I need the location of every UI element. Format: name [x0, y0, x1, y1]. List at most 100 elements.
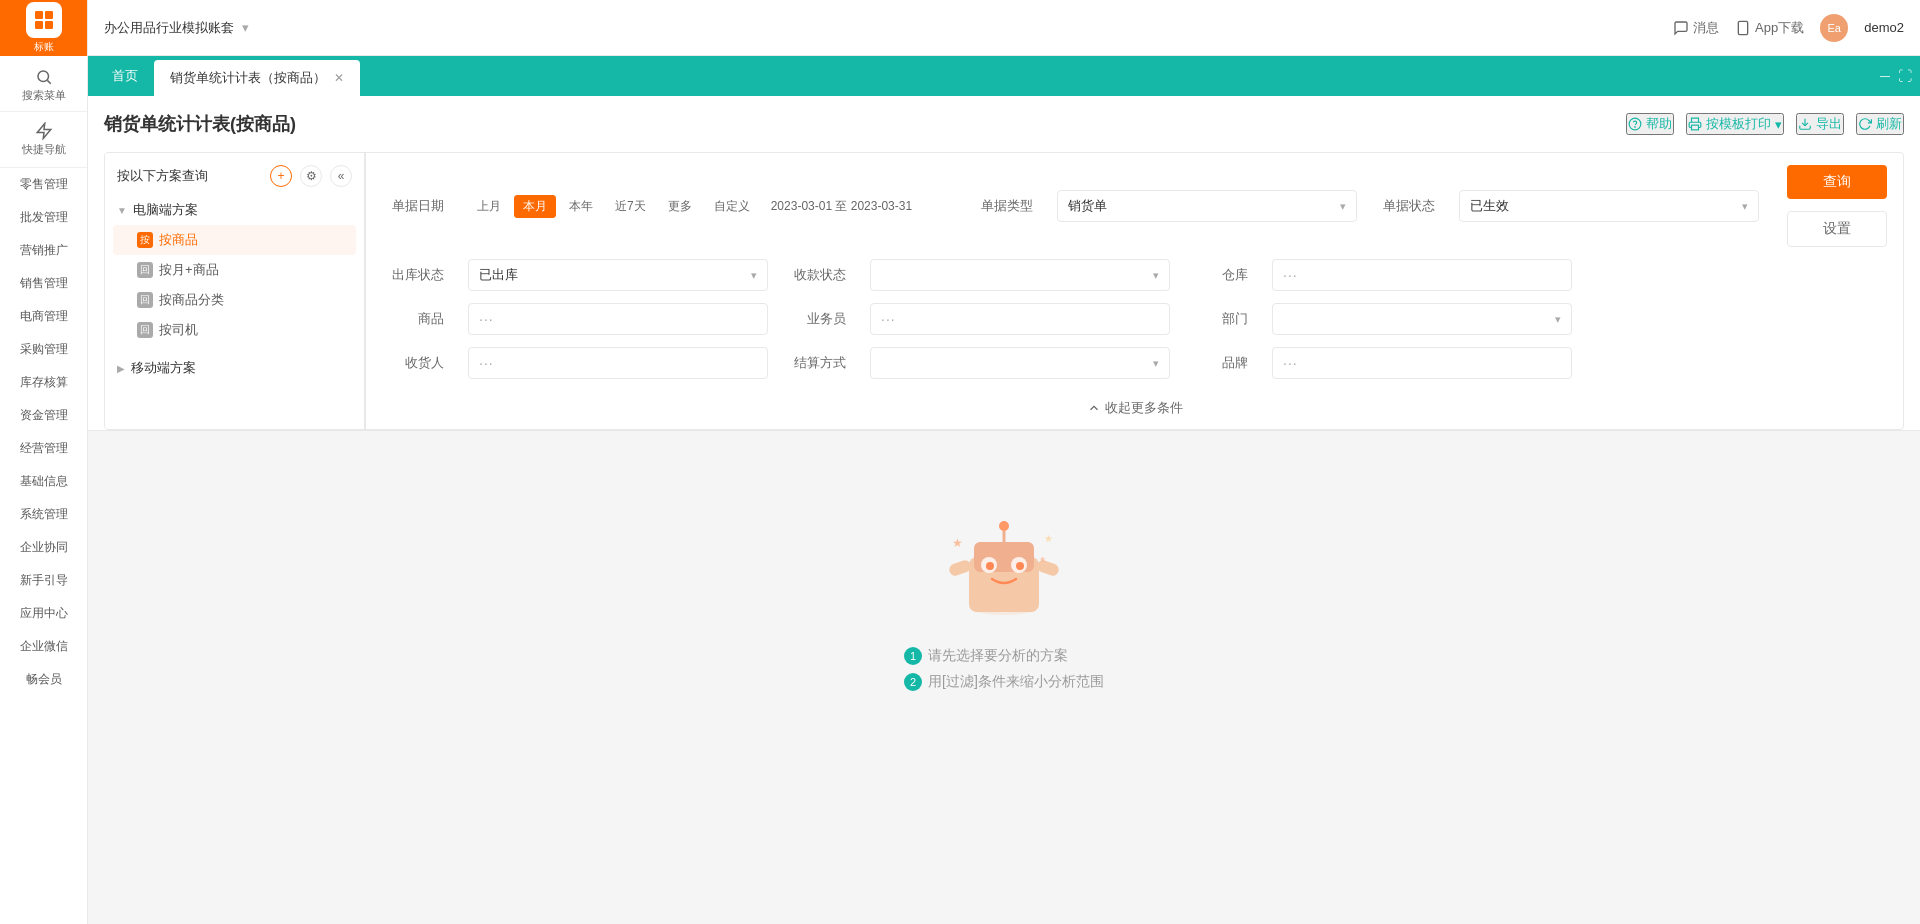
sidebar-item-wechat[interactable]: 企业微信	[0, 630, 87, 663]
mobile-scheme-group: ▶ 移动端方案	[105, 353, 364, 383]
sidebar-item-base[interactable]: 基础信息	[0, 465, 87, 498]
quick-nav-button[interactable]: 快捷导航	[0, 116, 87, 163]
goods-select[interactable]: ···	[468, 303, 768, 335]
scheme-item-month-goods[interactable]: 回 按月+商品	[113, 255, 356, 285]
scheme-item-by-goods[interactable]: 按 按商品	[113, 225, 356, 255]
quick-nav-section: 快捷导航	[0, 112, 87, 168]
doc-status-value: 已生效	[1470, 197, 1509, 215]
add-scheme-button[interactable]: +	[270, 165, 292, 187]
message-label: 消息	[1693, 19, 1719, 37]
sidebar-item-wholesale[interactable]: 批发管理	[0, 201, 87, 234]
refresh-button[interactable]: 刷新	[1856, 113, 1904, 135]
scheme-item-label-goods: 按商品	[159, 231, 198, 249]
filter-sidebar-title: 按以下方案查询	[117, 167, 208, 185]
sidebar-item-sales-label: 销售管理	[20, 275, 68, 292]
date-range-text: 2023-03-01 至 2023-03-31	[771, 198, 912, 215]
salesperson-dots: ···	[881, 311, 896, 327]
doc-status-arrow: ▾	[1742, 200, 1748, 213]
goods-dots: ···	[479, 311, 494, 327]
warehouse-select[interactable]: 已出库 ▾	[468, 259, 768, 291]
tabbar: 首页 销货单统计计表（按商品） ✕ ─ ⛶	[88, 56, 1920, 96]
payment-label: 结算方式	[784, 354, 854, 372]
tab-close-icon[interactable]: ✕	[334, 71, 344, 85]
date-tab-custom[interactable]: 自定义	[705, 195, 759, 218]
collect-select[interactable]: ▾	[870, 259, 1170, 291]
empty-hint-1: 1 请先选择要分析的方案	[904, 647, 1104, 665]
doc-type-value: 销货单	[1068, 197, 1107, 215]
tab-minimize-button[interactable]: ─	[1880, 68, 1890, 84]
tab-active[interactable]: 销货单统计计表（按商品） ✕	[154, 60, 360, 96]
main-content: 办公用品行业模拟账套 ▾ 消息 App下载 Ea demo2 首页 销货单统计计…	[88, 0, 1920, 924]
filter-sidebar-header: 按以下方案查询 + ⚙ «	[105, 165, 364, 195]
query-btn-group: 查询 设置	[1787, 165, 1887, 247]
salesperson-select[interactable]: ···	[870, 303, 1170, 335]
sidebar-item-appcenter[interactable]: 应用中心	[0, 597, 87, 630]
query-button[interactable]: 查询	[1787, 165, 1887, 199]
sidebar-item-marketing[interactable]: 营销推广	[0, 234, 87, 267]
svg-rect-11	[1692, 125, 1699, 130]
hint-num-1: 1	[904, 647, 922, 665]
sidebar-item-member[interactable]: 畅会员	[0, 663, 87, 696]
date-tab-thisyear[interactable]: 本年	[560, 195, 602, 218]
svg-line-5	[47, 80, 50, 83]
user-avatar[interactable]: Ea	[1820, 14, 1848, 42]
sidebar-item-sales[interactable]: 销售管理	[0, 267, 87, 300]
bottom-section: ★ ★ ★ 1 请先选择要分析的方案 2 用[过滤]条件来缩小分析范围	[88, 431, 1920, 924]
empty-state: ★ ★ ★ 1 请先选择要分析的方案 2 用[过滤]条件来缩小分析范围	[104, 447, 1904, 759]
sidebar-item-ecom-label: 电商管理	[20, 308, 68, 325]
mobile-scheme-group-header[interactable]: ▶ 移动端方案	[113, 353, 356, 383]
date-tab-more[interactable]: 更多	[659, 195, 701, 218]
sidebar-item-retail[interactable]: 零售管理	[0, 168, 87, 201]
payment-select[interactable]: ▾	[870, 347, 1170, 379]
tab-home[interactable]: 首页	[96, 56, 154, 96]
dept-label: 部门	[1186, 310, 1256, 328]
scheme-collapse-icon[interactable]: «	[330, 165, 352, 187]
settings-button[interactable]: 设置	[1787, 211, 1887, 247]
sidebar-item-ecom[interactable]: 电商管理	[0, 300, 87, 333]
print-button[interactable]: 按模板打印 ▾	[1686, 113, 1784, 135]
receiver-label: 收货人	[382, 354, 452, 372]
doc-status-select[interactable]: 已生效 ▾	[1459, 190, 1759, 222]
collapse-button[interactable]: 收起更多条件	[1087, 399, 1183, 417]
sidebar-item-finance[interactable]: 资金管理	[0, 399, 87, 432]
scheme-item-driver[interactable]: 回 按司机	[113, 315, 356, 345]
message-button[interactable]: 消息	[1673, 19, 1719, 37]
svg-point-21	[1016, 562, 1024, 570]
date-tab-lastmonth[interactable]: 上月	[468, 195, 510, 218]
empty-illustration: ★ ★ ★	[944, 507, 1064, 627]
brand-select[interactable]: ···	[1272, 347, 1572, 379]
sidebar-item-appcenter-label: 应用中心	[20, 605, 68, 622]
tab-maximize-button[interactable]: ⛶	[1898, 68, 1912, 84]
logo-area: 标账	[0, 0, 87, 56]
scheme-settings-icon[interactable]: ⚙	[300, 165, 322, 187]
sidebar-item-operations[interactable]: 经营管理	[0, 432, 87, 465]
pc-scheme-group-header[interactable]: ▼ 电脑端方案	[113, 195, 356, 225]
storage-select[interactable]: ···	[1272, 259, 1572, 291]
svg-rect-7	[1738, 21, 1747, 34]
sidebar-item-finance-label: 资金管理	[20, 407, 68, 424]
receiver-select[interactable]: ···	[468, 347, 768, 379]
scheme-item-category[interactable]: 回 按商品分类	[113, 285, 356, 315]
help-button[interactable]: 帮助	[1626, 113, 1674, 135]
page-title-row: 销货单统计计表(按商品) 帮助 按模板打印 ▾ 导出	[104, 112, 1904, 136]
export-button[interactable]: 导出	[1796, 113, 1844, 135]
date-tab-7days[interactable]: 近7天	[606, 195, 655, 218]
app-download-label: App下载	[1755, 19, 1804, 37]
dept-select[interactable]: ▾	[1272, 303, 1572, 335]
empty-hint-2: 2 用[过滤]条件来缩小分析范围	[904, 673, 1104, 691]
sidebar-item-purchase[interactable]: 采购管理	[0, 333, 87, 366]
sidebar-item-enterprise[interactable]: 企业协同	[0, 531, 87, 564]
sidebar-item-inventory[interactable]: 库存核算	[0, 366, 87, 399]
date-tabs: 上月 本月 本年 近7天 更多 自定义	[468, 195, 759, 218]
sidebar-item-system[interactable]: 系统管理	[0, 498, 87, 531]
topbar-dropdown-icon[interactable]: ▾	[242, 20, 249, 35]
sidebar-search-section: 搜索菜单	[0, 56, 87, 112]
date-tab-thismonth[interactable]: 本月	[514, 195, 556, 218]
search-menu-button[interactable]: 搜索菜单	[6, 64, 81, 107]
print-dropdown-icon[interactable]: ▾	[1775, 117, 1782, 132]
sidebar-item-newbie[interactable]: 新手引导	[0, 564, 87, 597]
app-download-button[interactable]: App下载	[1735, 19, 1804, 37]
content-wrapper: 销货单统计计表(按商品) 帮助 按模板打印 ▾ 导出	[88, 96, 1920, 924]
doc-type-select[interactable]: 销货单 ▾	[1057, 190, 1357, 222]
warehouse-arrow: ▾	[751, 269, 757, 282]
